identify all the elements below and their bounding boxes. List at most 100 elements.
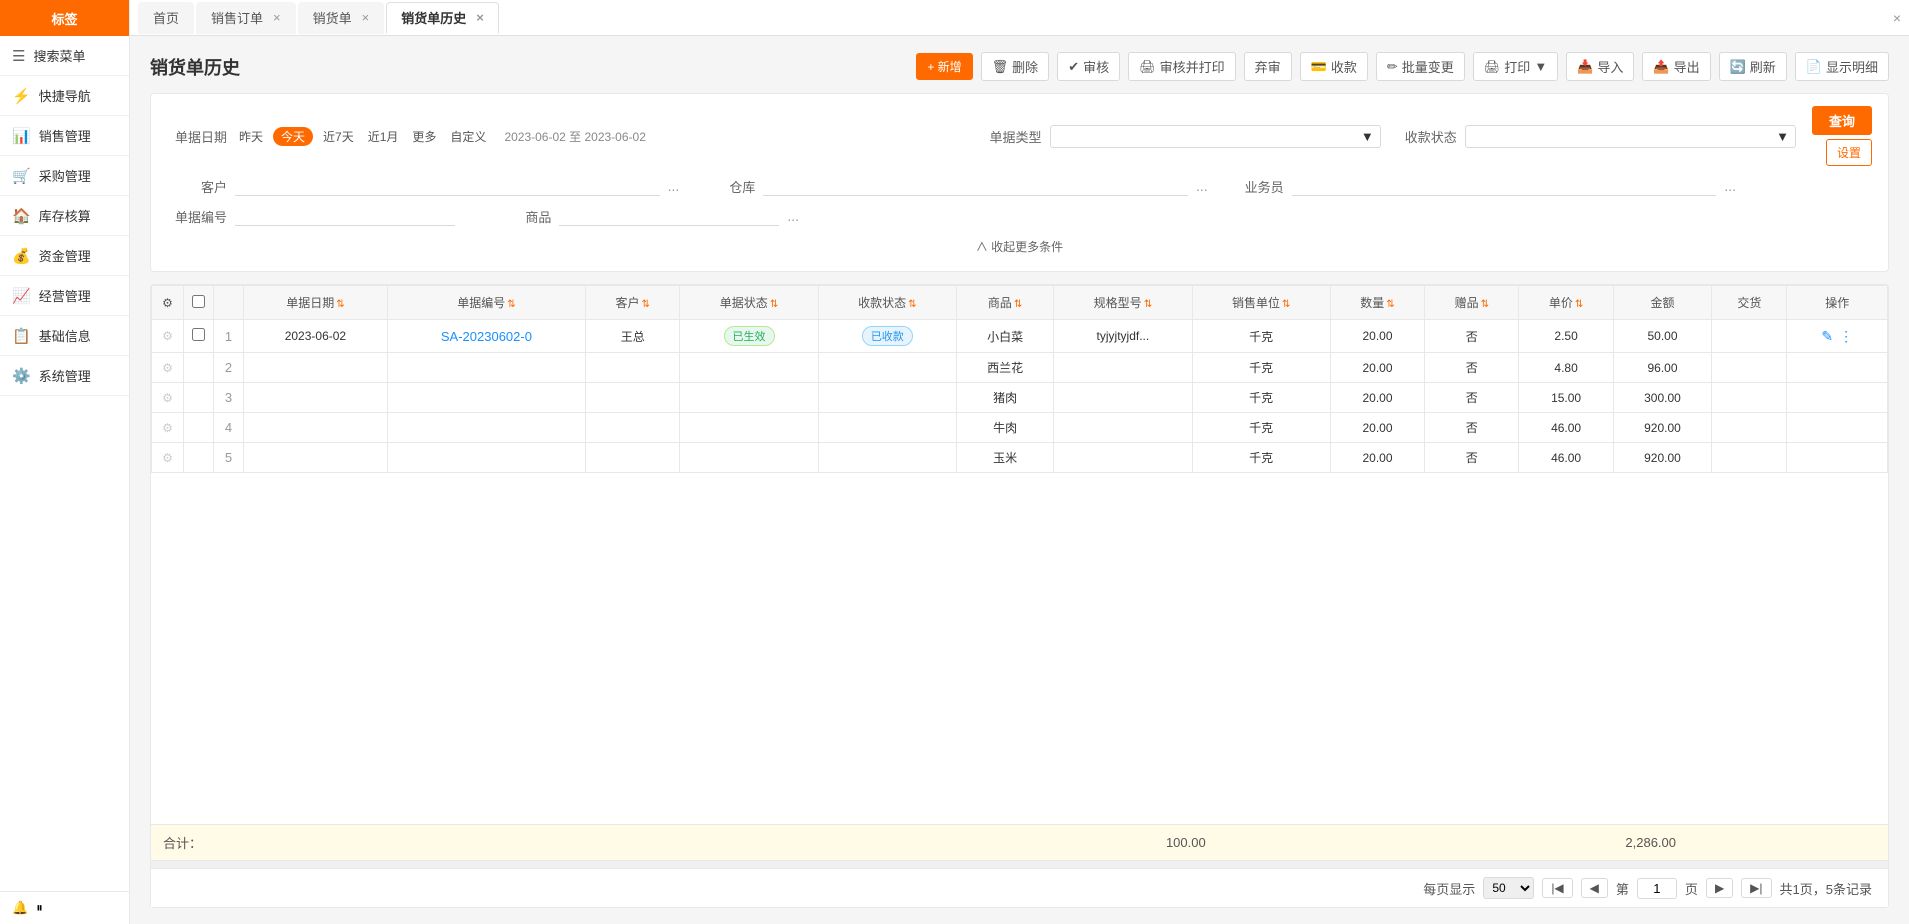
shortcut-7days[interactable]: 近7天 bbox=[319, 127, 358, 146]
th-doc-no[interactable]: 单据编号⇅ bbox=[387, 286, 585, 320]
doc-no-link[interactable]: SA-20230602-0 bbox=[441, 329, 532, 344]
shortcut-custom[interactable]: 自定义 bbox=[446, 127, 490, 146]
row-unit: 千克 bbox=[1192, 443, 1330, 473]
collapse-button[interactable]: ∧ 收起更多条件 bbox=[167, 234, 1872, 259]
th-unit-price[interactable]: 单价⇅ bbox=[1519, 286, 1613, 320]
table-row: ⚙2西兰花千克20.00否4.8096.00 bbox=[152, 353, 1888, 383]
customer-dots[interactable]: ... bbox=[668, 178, 680, 194]
page-size-select[interactable]: 50 100 200 bbox=[1483, 877, 1534, 899]
new-button[interactable]: + 新增 bbox=[916, 53, 972, 80]
audit-print-button[interactable]: 🖨 审核并打印 bbox=[1128, 52, 1236, 81]
pause-icon[interactable]: ⏸ bbox=[36, 900, 43, 916]
th-row-num bbox=[214, 286, 244, 320]
shortcut-more[interactable]: 更多 bbox=[408, 127, 440, 146]
tab-sales-history[interactable]: 销货单历史 × bbox=[386, 2, 499, 34]
delete-button[interactable]: 🗑 删除 bbox=[981, 52, 1050, 81]
th-goods[interactable]: 商品⇅ bbox=[956, 286, 1053, 320]
sidebar-item-quick-nav[interactable]: ⚡ 快捷导航 bbox=[0, 76, 129, 116]
th-collect-status[interactable]: 收款状态⇅ bbox=[818, 286, 956, 320]
export-button[interactable]: 📤 导出 bbox=[1642, 52, 1710, 81]
prev-page-button[interactable]: ◀ bbox=[1581, 878, 1608, 898]
doc-type-select[interactable]: ▼ bbox=[1050, 125, 1381, 148]
th-gift[interactable]: 赠品⇅ bbox=[1425, 286, 1519, 320]
collect-button[interactable]: 💳 收款 bbox=[1300, 52, 1368, 81]
th-customer[interactable]: 客户⇅ bbox=[586, 286, 680, 320]
sidebar-item-finance-mgmt[interactable]: 💰 资金管理 bbox=[0, 236, 129, 276]
customer-input[interactable] bbox=[235, 176, 660, 196]
row-num-cell: 5 bbox=[214, 443, 244, 473]
th-quantity[interactable]: 数量⇅ bbox=[1330, 286, 1424, 320]
first-page-button[interactable]: |◀ bbox=[1542, 878, 1572, 898]
row-checkbox-cell bbox=[184, 413, 214, 443]
row-gear[interactable]: ⚙ bbox=[152, 320, 184, 353]
th-unit[interactable]: 销售单位⇅ bbox=[1192, 286, 1330, 320]
more-op-icon[interactable]: ⋮ bbox=[1839, 328, 1853, 344]
th-gear[interactable]: ⚙ bbox=[152, 286, 184, 320]
setting-button[interactable]: 设置 bbox=[1826, 139, 1872, 166]
page-number-input[interactable] bbox=[1637, 878, 1677, 899]
import-button[interactable]: 📥 导入 bbox=[1566, 52, 1634, 81]
row-gear[interactable]: ⚙ bbox=[152, 353, 184, 383]
agent-dots[interactable]: ... bbox=[1724, 178, 1736, 194]
row-operation[interactable] bbox=[1787, 383, 1888, 413]
tab-sales-history-close[interactable]: × bbox=[476, 10, 484, 25]
tab-home[interactable]: 首页 bbox=[138, 2, 194, 34]
th-doc-date[interactable]: 单据日期⇅ bbox=[244, 286, 388, 320]
horizontal-scrollbar[interactable] bbox=[151, 860, 1888, 868]
next-page-button[interactable]: ▶ bbox=[1706, 878, 1733, 898]
select-all-checkbox[interactable] bbox=[192, 295, 205, 308]
data-table: ⚙ 单据日期⇅ 单据编号⇅ 客户⇅ 单据状态⇅ 收款状态⇅ 商品⇅ 规格型号⇅ … bbox=[151, 285, 1888, 473]
row-gear[interactable]: ⚙ bbox=[152, 413, 184, 443]
th-doc-status[interactable]: 单据状态⇅ bbox=[680, 286, 818, 320]
page-unit: 页 bbox=[1685, 879, 1698, 898]
th-spec[interactable]: 规格型号⇅ bbox=[1054, 286, 1192, 320]
abandon-button[interactable]: 弃审 bbox=[1244, 52, 1292, 81]
last-page-button[interactable]: ▶| bbox=[1741, 878, 1771, 898]
edit-op-icon[interactable]: ✎ bbox=[1821, 328, 1833, 344]
tab-sales-goods[interactable]: 销货单 × bbox=[298, 2, 385, 34]
row-doc-no bbox=[387, 413, 585, 443]
row-customer bbox=[586, 383, 680, 413]
tab-sales-order[interactable]: 销售订单 × bbox=[196, 2, 296, 34]
row-gear[interactable]: ⚙ bbox=[152, 383, 184, 413]
warehouse-dots[interactable]: ... bbox=[1196, 178, 1208, 194]
row-operation[interactable] bbox=[1787, 353, 1888, 383]
sidebar-item-search-menu[interactable]: ☰ 搜索菜单 bbox=[0, 36, 129, 76]
row-operation[interactable] bbox=[1787, 413, 1888, 443]
sidebar-item-basic-info[interactable]: 📋 基础信息 bbox=[0, 316, 129, 356]
close-all-btn[interactable]: × bbox=[1893, 10, 1901, 26]
collect-status-select[interactable]: ▼ bbox=[1465, 125, 1796, 148]
tab-sales-order-close[interactable]: × bbox=[273, 10, 281, 25]
query-button[interactable]: 查询 bbox=[1812, 106, 1872, 135]
row-operation[interactable] bbox=[1787, 443, 1888, 473]
audit-button[interactable]: ✔ 审核 bbox=[1057, 52, 1120, 81]
goods-input[interactable] bbox=[559, 206, 779, 226]
sidebar-item-operation-mgmt[interactable]: 📈 经营管理 bbox=[0, 276, 129, 316]
tab-bar-right: × bbox=[1893, 10, 1901, 26]
row-customer: 王总 bbox=[586, 320, 680, 353]
sidebar-item-system-mgmt[interactable]: ⚙️ 系统管理 bbox=[0, 356, 129, 396]
row-checkbox[interactable] bbox=[192, 328, 205, 341]
refresh-button[interactable]: 🔄 刷新 bbox=[1719, 52, 1787, 81]
display-detail-button[interactable]: 📄 显示明细 bbox=[1795, 52, 1889, 81]
doc-no-input[interactable] bbox=[235, 206, 455, 226]
row-gear[interactable]: ⚙ bbox=[152, 443, 184, 473]
row-operation[interactable]: ✎⋮ bbox=[1787, 320, 1888, 353]
agent-input[interactable] bbox=[1292, 176, 1717, 196]
goods-dots[interactable]: ... bbox=[787, 208, 799, 224]
batch-change-button[interactable]: ✏ 批量变更 bbox=[1376, 52, 1465, 81]
shortcut-yesterday[interactable]: 昨天 bbox=[235, 127, 267, 146]
tab-sales-goods-close[interactable]: × bbox=[362, 10, 370, 25]
shortcut-today[interactable]: 今天 bbox=[273, 127, 313, 146]
sidebar-item-purchase-mgmt[interactable]: 🛒 采购管理 bbox=[0, 156, 129, 196]
notification-icon[interactable]: 🔔 bbox=[12, 900, 28, 916]
table-row: ⚙12023-06-02SA-20230602-0王总已生效已收款小白菜tyjy… bbox=[152, 320, 1888, 353]
row-quantity: 20.00 bbox=[1330, 320, 1424, 353]
filter-warehouse: 仓库 ... bbox=[695, 176, 1207, 196]
sidebar-item-sales-mgmt[interactable]: 📊 销售管理 bbox=[0, 116, 129, 156]
row-unit: 千克 bbox=[1192, 353, 1330, 383]
print-button[interactable]: 🖨 打印 ▼ bbox=[1473, 52, 1558, 81]
shortcut-1month[interactable]: 近1月 bbox=[364, 127, 403, 146]
warehouse-input[interactable] bbox=[763, 176, 1188, 196]
sidebar-item-inventory[interactable]: 🏠 库存核算 bbox=[0, 196, 129, 236]
